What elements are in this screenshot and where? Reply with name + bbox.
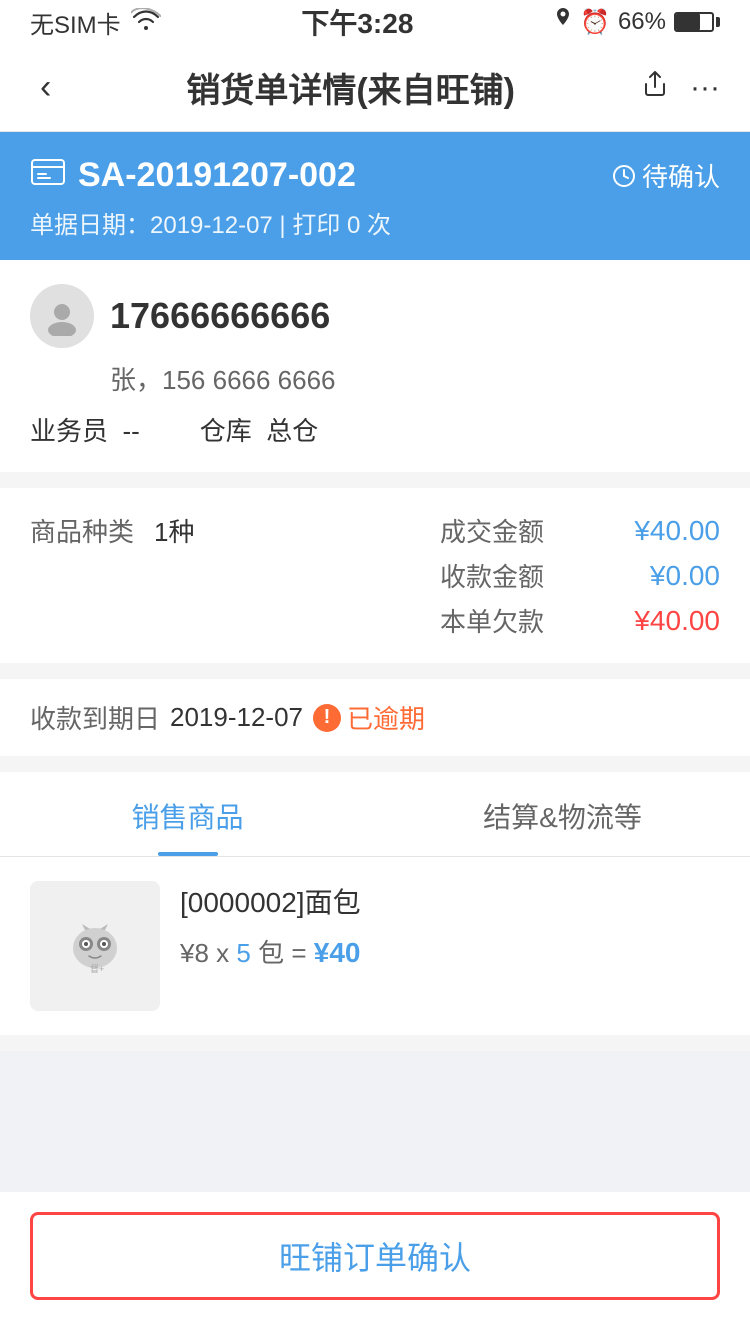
more-button[interactable]: ··· [690, 71, 720, 105]
tabs: 销售商品 结算&物流等 [0, 772, 750, 857]
customer-name: 张，156 6666 6666 [30, 360, 720, 397]
unit-label: 包 [258, 938, 284, 968]
battery-label: 66% [618, 8, 666, 36]
deal-amount-value: ¥40.00 [634, 515, 720, 547]
owed-amount-row: 本单欠款 ¥40.00 [440, 602, 720, 639]
tabs-section: 销售商品 结算&物流等 [0, 772, 750, 857]
product-price: ¥8 x 5 包 = ¥40 [180, 933, 720, 970]
overdue-label: 已逾期 [347, 699, 425, 736]
overdue-icon: ! [313, 704, 341, 732]
share-button[interactable] [640, 69, 670, 107]
order-icon [30, 158, 66, 193]
nav-bar: ‹ 销货单详情(来自旺铺) ··· [0, 44, 750, 132]
summary-section: 商品种类 1种 成交金额 ¥40.00 收款金额 ¥0.00 本单欠款 ¥40.… [0, 488, 750, 663]
status-bar: 无SIM卡 下午3:28 ⏰ 66% [0, 0, 750, 44]
customer-section: 17666666666 张，156 6666 6666 业务员 -- 仓库 总仓 [0, 260, 750, 472]
deal-amount-row: 成交金额 ¥40.00 [440, 512, 720, 549]
back-button[interactable]: ‹ [30, 58, 61, 117]
location-icon [554, 8, 572, 37]
received-amount-value: ¥0.00 [650, 560, 720, 592]
nav-actions: ··· [640, 69, 720, 107]
order-date: 单据日期：2019-12-07 | 打印 0 次 [30, 205, 720, 240]
due-date-label: 收款到期日 [30, 699, 160, 736]
avatar [30, 284, 94, 348]
price-value: ¥8 [180, 938, 209, 968]
status-left: 无SIM卡 [30, 5, 161, 40]
product-section: 督+ [0000002]面包 ¥8 x 5 包 = ¥40 [0, 857, 750, 1035]
product-total: ¥40 [314, 937, 361, 968]
due-date-section: 收款到期日 2019-12-07 ! 已逾期 [0, 679, 750, 756]
product-type-info: 商品种类 1种 [30, 512, 194, 549]
status-right: ⏰ 66% [554, 8, 720, 37]
svg-text:督+: 督+ [90, 963, 104, 974]
carrier-label: 无SIM卡 [30, 5, 121, 40]
order-status: 待确认 [612, 157, 720, 194]
received-amount-row: 收款金额 ¥0.00 [440, 557, 720, 594]
alarm-icon: ⏰ [580, 8, 610, 37]
status-time: 下午3:28 [301, 2, 413, 42]
product-qty: 5 [236, 938, 250, 968]
salesperson-label: 业务员 [30, 416, 108, 446]
deal-amount-label: 成交金额 [440, 512, 544, 549]
owed-amount-value: ¥40.00 [634, 605, 720, 637]
product-type-label: 商品种类 [30, 512, 134, 549]
order-banner: SA-20191207-002 待确认 单据日期：2019-12-07 | 打印… [0, 132, 750, 260]
wifi-icon [131, 8, 161, 37]
product-item: 督+ [0000002]面包 ¥8 x 5 包 = ¥40 [30, 881, 720, 1011]
overdue-badge: ! 已逾期 [313, 699, 425, 736]
tab-settlement-logistics[interactable]: 结算&物流等 [375, 772, 750, 856]
page-title: 销货单详情(来自旺铺) [186, 63, 515, 112]
amounts-info: 成交金额 ¥40.00 收款金额 ¥0.00 本单欠款 ¥40.00 [440, 512, 720, 639]
confirm-order-button[interactable]: 旺铺订单确认 [30, 1212, 720, 1300]
salesperson-item: 业务员 -- [30, 411, 140, 448]
status-label: 待确认 [642, 157, 720, 194]
warehouse-value: 总仓 [266, 416, 318, 446]
tab-sales-products[interactable]: 销售商品 [0, 772, 375, 856]
received-amount-label: 收款金额 [440, 557, 544, 594]
owed-amount-label: 本单欠款 [440, 602, 544, 639]
order-id: SA-20191207-002 [78, 156, 356, 195]
salesperson-value: -- [122, 416, 139, 446]
customer-phone: 17666666666 [110, 295, 330, 337]
due-date-value: 2019-12-07 [170, 702, 303, 733]
customer-meta: 业务员 -- 仓库 总仓 [30, 411, 720, 448]
confirm-btn-wrap: 旺铺订单确认 [0, 1192, 750, 1334]
product-type-value: 1种 [154, 512, 194, 549]
product-name: [0000002]面包 [180, 881, 720, 921]
product-info: [0000002]面包 ¥8 x 5 包 = ¥40 [180, 881, 720, 970]
warehouse-label: 仓库 [200, 416, 252, 446]
warehouse-item: 仓库 总仓 [200, 411, 318, 448]
product-thumbnail: 督+ [30, 881, 160, 1011]
battery-icon [674, 12, 720, 32]
